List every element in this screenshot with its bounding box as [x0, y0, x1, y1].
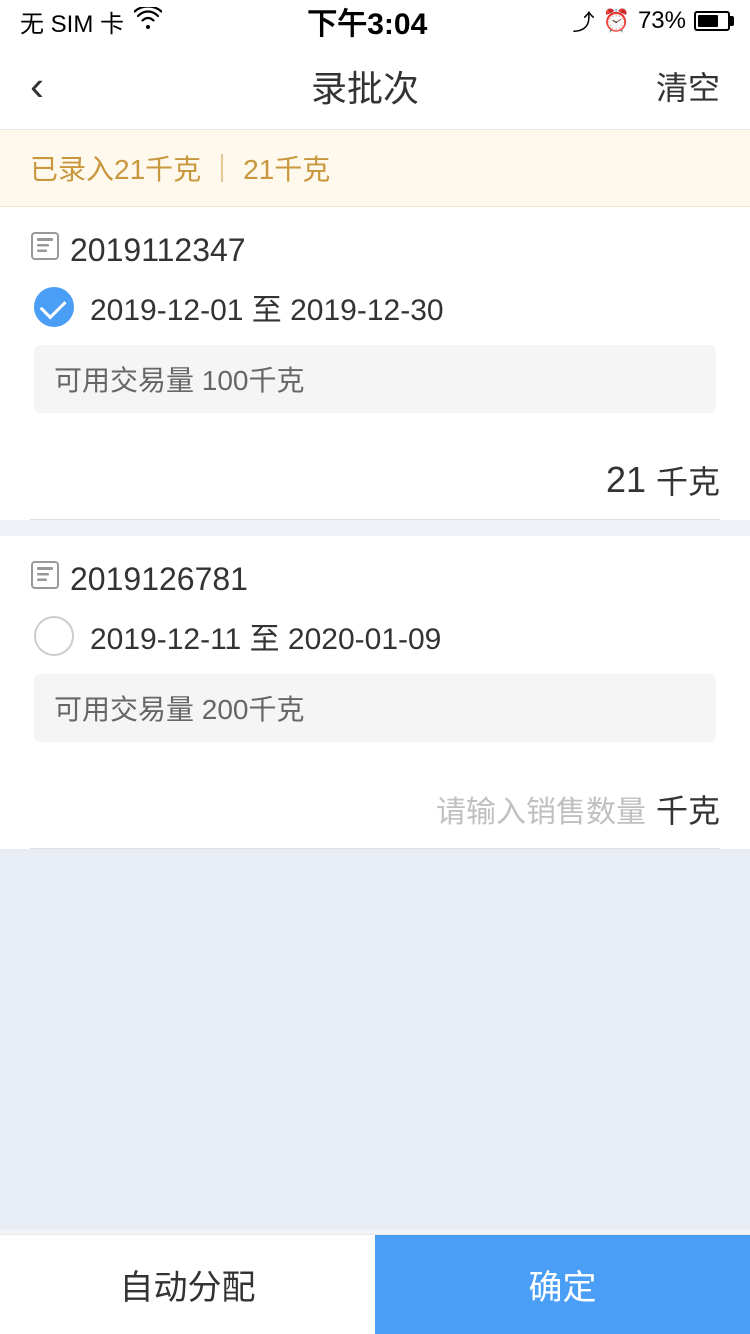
- back-button[interactable]: ‹: [30, 62, 90, 110]
- batch-2-id: 2019126781: [70, 561, 248, 598]
- status-left: 无 SIM 卡: [20, 4, 162, 39]
- wifi-icon: [134, 7, 162, 36]
- banner-divider: [221, 154, 223, 182]
- section-divider-1: [0, 520, 750, 536]
- batch-2-available: 可用交易量 200千克: [34, 674, 716, 742]
- bottom-buttons: 自动分配 确定: [0, 1234, 750, 1334]
- confirm-button[interactable]: 确定: [375, 1235, 750, 1334]
- page-title: 录批次: [311, 60, 419, 112]
- batch-2-input-placeholder: 请输入销售数量: [436, 787, 646, 831]
- recorded-amount-label: 已录入21千克: [30, 148, 201, 188]
- recorded-amount-value: 21千克: [243, 148, 330, 188]
- batch-1-date-row[interactable]: 2019-12-01 至 2019-12-30: [30, 285, 720, 329]
- status-bar: 无 SIM 卡 下午3:04 ⤴ ⏰ 73%: [0, 0, 750, 42]
- batch-2-header: 2019126781: [30, 560, 720, 598]
- batch-1-id: 2019112347: [70, 232, 246, 269]
- batch-id-icon: [30, 231, 60, 269]
- batch-2-input-row[interactable]: 请输入销售数量 千克: [0, 766, 750, 848]
- batch-2-radio[interactable]: [34, 616, 74, 656]
- auto-distribute-button[interactable]: 自动分配: [0, 1235, 375, 1334]
- sim-label: 无 SIM 卡: [20, 4, 124, 39]
- batch-2-input-unit: 千克: [656, 786, 720, 832]
- batch-2-card: 2019126781 2019-12-11 至 2020-01-09 可用交易量…: [0, 536, 750, 849]
- batch-2-date: 2019-12-11 至 2020-01-09: [90, 614, 441, 658]
- alarm-icon: ⏰: [603, 8, 630, 34]
- batch-1-date: 2019-12-01 至 2019-12-30: [90, 285, 444, 329]
- battery-icon: [694, 11, 730, 31]
- batch-1-amount-value: 21: [606, 459, 646, 501]
- battery-percent: 73%: [638, 7, 686, 35]
- nav-bar: ‹ 录批次 清空: [0, 42, 750, 130]
- info-banner: 已录入21千克 21千克: [0, 130, 750, 207]
- batch-1-card: 2019112347 2019-12-01 至 2019-12-30 可用交易量…: [0, 207, 750, 520]
- batch-2-id-icon: [30, 560, 60, 598]
- batch-1-item: 2019112347 2019-12-01 至 2019-12-30 可用交易量…: [0, 207, 750, 437]
- batch-2-date-row[interactable]: 2019-12-11 至 2020-01-09: [30, 614, 720, 658]
- location-icon: ⤴: [573, 5, 595, 37]
- time-label: 下午3:04: [307, 0, 427, 43]
- batch-1-available: 可用交易量 100千克: [34, 345, 716, 413]
- status-right: ⤴ ⏰ 73%: [573, 5, 730, 37]
- batch-1-amount-unit: 千克: [656, 457, 720, 503]
- batch-1-radio[interactable]: [34, 287, 74, 327]
- batch-2-item: 2019126781 2019-12-11 至 2020-01-09 可用交易量…: [0, 536, 750, 766]
- clear-button[interactable]: 清空: [640, 63, 720, 109]
- gray-area: [0, 849, 750, 1229]
- batch-1-header: 2019112347: [30, 231, 720, 269]
- batch-1-amount-row: 21 千克: [0, 437, 750, 519]
